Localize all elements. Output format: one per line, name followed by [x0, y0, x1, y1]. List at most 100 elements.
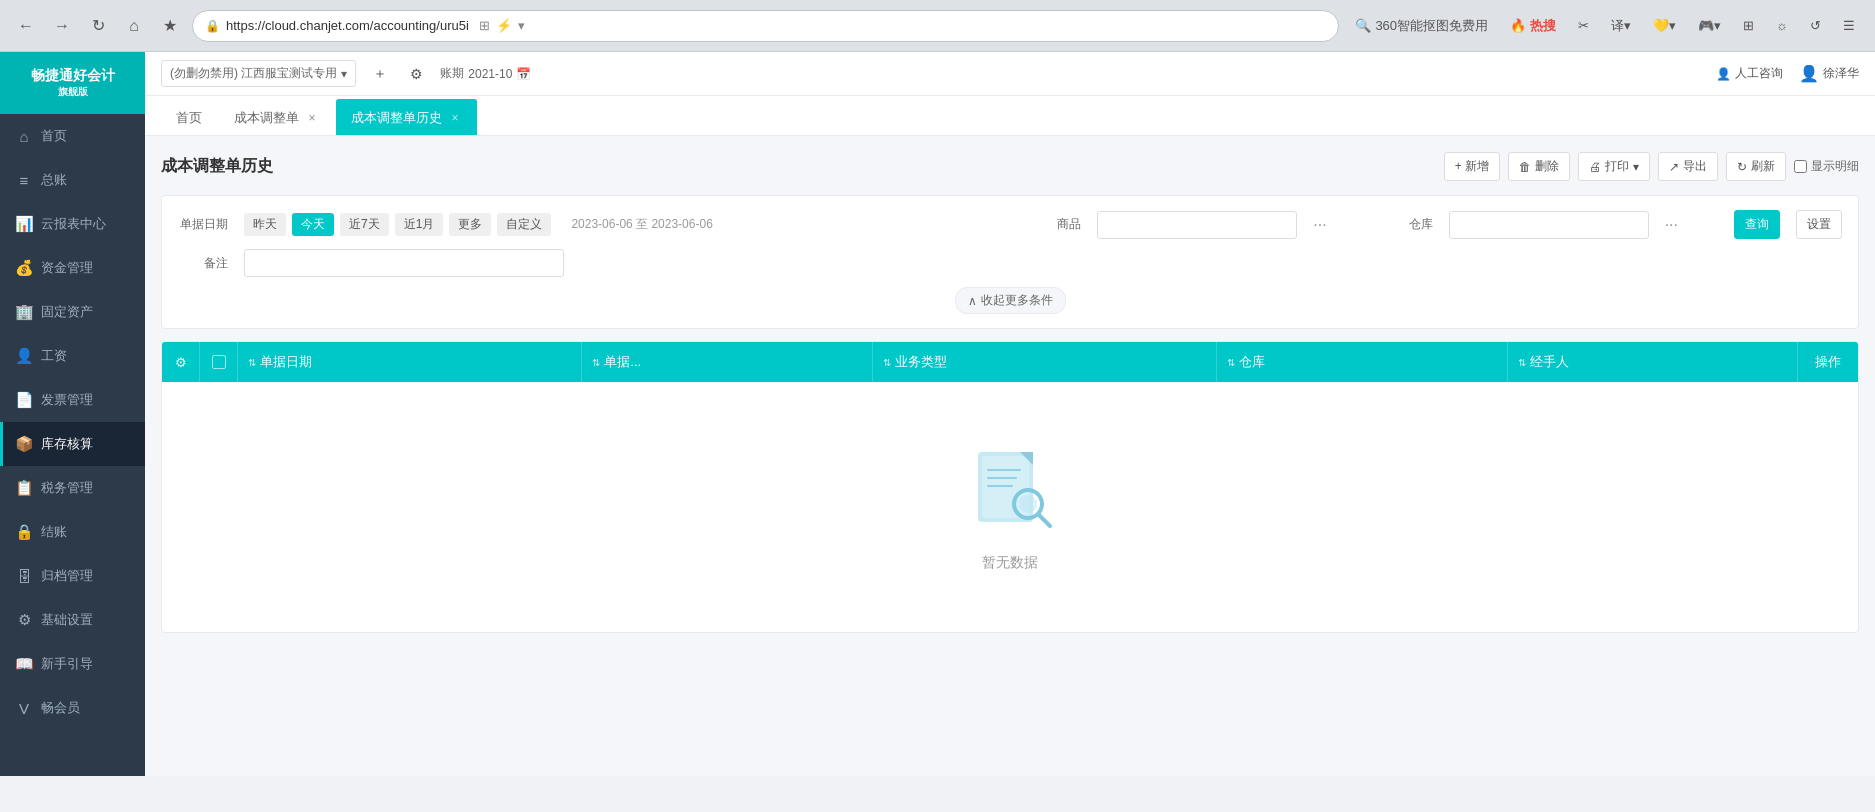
top-bar: (勿删勿禁用) 江西服宝测试专用 ▾ ＋ ⚙ 账期 2021-10 📅 👤 人工…	[145, 52, 1875, 96]
scissors-button[interactable]: ✂	[1570, 12, 1597, 40]
fixed-assets-icon: 🏢	[15, 303, 33, 321]
tab-cost-adjust-history[interactable]: 成本调整单历史 ×	[336, 99, 477, 135]
page-actions: + 新增 🗑 删除 🖨 打印 ▾ ↗ 导出 ↻	[1444, 152, 1859, 181]
grid-button[interactable]: ⊞	[1735, 12, 1762, 40]
warehouse-more-icon[interactable]: ···	[1665, 216, 1678, 234]
date-btn-more[interactable]: 更多	[449, 213, 491, 236]
th-warehouse[interactable]: ⇅ 仓库	[1217, 342, 1507, 382]
goods-more-icon[interactable]: ···	[1313, 216, 1326, 234]
th-handler[interactable]: ⇅ 经手人	[1508, 342, 1798, 382]
company-selector[interactable]: (勿删勿禁用) 江西服宝测试专用 ▾	[161, 60, 356, 87]
user-avatar-icon: 👤	[1799, 64, 1819, 83]
tab-close-history[interactable]: ×	[448, 111, 462, 125]
export-button[interactable]: ↗ 导出	[1658, 152, 1718, 181]
th-settings[interactable]: ⚙	[162, 342, 200, 382]
page-header: 成本调整单历史 + 新增 🗑 删除 🖨 打印 ▾ ↗ 导出	[161, 152, 1859, 181]
tab-nav: 首页 成本调整单 × 成本调整单历史 ×	[145, 96, 1875, 136]
sidebar-item-inventory[interactable]: 📦 库存核算	[0, 422, 145, 466]
show-bright-checkbox[interactable]	[1794, 160, 1807, 173]
warehouse-label: 仓库	[1383, 216, 1433, 233]
app-container: 畅捷通好会计 旗舰版 ⌂ 首页 ≡ 总账 📊 云报表中心 💰 资金管理 🏢	[0, 52, 1875, 776]
warehouse-input[interactable]	[1449, 211, 1649, 239]
sort-date-icon: ⇅	[248, 357, 256, 368]
filter-settings-button[interactable]: 设置	[1796, 210, 1842, 239]
print-dropdown-icon[interactable]: ▾	[1633, 160, 1639, 174]
th-date[interactable]: ⇅ 单据日期	[238, 342, 582, 382]
sidebar-item-ledger[interactable]: ≡ 总账	[0, 158, 145, 202]
sidebar-item-funds[interactable]: 💰 资金管理	[0, 246, 145, 290]
sidebar-item-invoice[interactable]: 📄 发票管理	[0, 378, 145, 422]
th-biz-type[interactable]: ⇅ 业务类型	[873, 342, 1217, 382]
collapse-icon: ∧	[968, 294, 977, 308]
th-num[interactable]: ⇅ 单据...	[582, 342, 872, 382]
main-content: (勿删勿禁用) 江西服宝测试专用 ▾ ＋ ⚙ 账期 2021-10 📅 👤 人工…	[145, 52, 1875, 776]
remark-label: 备注	[178, 255, 228, 272]
hot-search-button[interactable]: 🔥 热搜	[1502, 12, 1564, 40]
dropdown-icon[interactable]: ▾	[518, 18, 525, 33]
menu-button[interactable]: ☰	[1835, 12, 1863, 40]
show-bright-check[interactable]: 显示明细	[1794, 158, 1859, 175]
date-btn-custom[interactable]: 自定义	[497, 213, 551, 236]
sidebar-item-archive[interactable]: 🗄 归档管理	[0, 554, 145, 598]
sidebar-item-salary[interactable]: 👤 工资	[0, 334, 145, 378]
sort-warehouse-icon: ⇅	[1227, 357, 1235, 368]
undo-button[interactable]: ↺	[1802, 12, 1829, 40]
home-button[interactable]: ⌂	[120, 12, 148, 40]
export-icon: ↗	[1669, 160, 1679, 174]
sidebar-item-guide[interactable]: 📖 新手引导	[0, 642, 145, 686]
sun-button[interactable]: ☼	[1768, 12, 1796, 40]
wallet-button[interactable]: 💛▾	[1645, 12, 1684, 40]
sidebar-item-closing[interactable]: 🔒 结账	[0, 510, 145, 554]
delete-button[interactable]: 🗑 删除	[1508, 152, 1570, 181]
tax-icon: 📋	[15, 479, 33, 497]
translate-button[interactable]: 译▾	[1603, 12, 1639, 40]
query-button[interactable]: 查询	[1734, 210, 1780, 239]
forward-button[interactable]: →	[48, 12, 76, 40]
tab-home[interactable]: 首页	[161, 99, 217, 135]
sidebar-item-fixed-assets[interactable]: 🏢 固定资产	[0, 290, 145, 334]
table-settings-icon[interactable]: ⚙	[175, 355, 187, 370]
remark-input[interactable]	[244, 249, 564, 277]
th-checkbox[interactable]	[200, 342, 238, 382]
date-btn-yesterday[interactable]: 昨天	[244, 213, 286, 236]
user-info[interactable]: 👤 徐泽华	[1799, 64, 1859, 83]
goods-input[interactable]	[1097, 211, 1297, 239]
bookmark-button[interactable]: ★	[156, 12, 184, 40]
date-btn-today[interactable]: 今天	[292, 213, 334, 236]
period-info: 账期 2021-10 📅	[440, 65, 531, 82]
apps-icon: ⊞	[479, 18, 490, 33]
sidebar-item-reports[interactable]: 📊 云报表中心	[0, 202, 145, 246]
calendar-icon[interactable]: 📅	[516, 67, 531, 81]
empty-text: 暂无数据	[982, 554, 1038, 572]
print-icon: 🖨	[1589, 160, 1601, 174]
sidebar-item-settings[interactable]: ⚙ 基础设置	[0, 598, 145, 642]
dropdown-arrow-icon: ▾	[341, 67, 347, 81]
sidebar-item-tax[interactable]: 📋 税务管理	[0, 466, 145, 510]
add-company-button[interactable]: ＋	[368, 62, 392, 86]
date-btn-7days[interactable]: 近7天	[340, 213, 389, 236]
th-action: 操作	[1798, 342, 1858, 382]
add-button[interactable]: + 新增	[1444, 152, 1500, 181]
back-button[interactable]: ←	[12, 12, 40, 40]
search-tool-button[interactable]: 🔍 360智能抠图免费用	[1347, 12, 1496, 40]
print-button[interactable]: 🖨 打印 ▾	[1578, 152, 1650, 181]
sort-num-icon: ⇅	[592, 357, 600, 368]
goods-label: 商品	[1031, 216, 1081, 233]
date-btn-1month[interactable]: 近1月	[395, 213, 444, 236]
game-button[interactable]: 🎮▾	[1690, 12, 1729, 40]
tab-close-cost-adjust[interactable]: ×	[305, 111, 319, 125]
sidebar-item-home[interactable]: ⌂ 首页	[0, 114, 145, 158]
tab-cost-adjust[interactable]: 成本调整单 ×	[219, 99, 334, 135]
browser-chrome: ← → ↻ ⌂ ★ 🔒 https://cloud.chanjet.com/ac…	[0, 0, 1875, 52]
date-range: 2023-06-06 至 2023-06-06	[571, 216, 712, 233]
refresh-button[interactable]: ↻	[84, 12, 112, 40]
collapse-button[interactable]: ∧ 收起更多条件	[955, 287, 1066, 314]
company-settings-icon[interactable]: ⚙	[404, 62, 428, 86]
refresh-button[interactable]: ↻ 刷新	[1726, 152, 1786, 181]
address-bar[interactable]: 🔒 https://cloud.chanjet.com/accounting/u…	[192, 10, 1339, 42]
consult-button[interactable]: 👤 人工咨询	[1716, 65, 1783, 82]
sidebar-item-vip[interactable]: V 畅会员	[0, 686, 145, 730]
header-checkbox[interactable]	[212, 355, 226, 369]
sidebar-logo: 畅捷通好会计 旗舰版	[0, 52, 145, 114]
invoice-icon: 📄	[15, 391, 33, 409]
